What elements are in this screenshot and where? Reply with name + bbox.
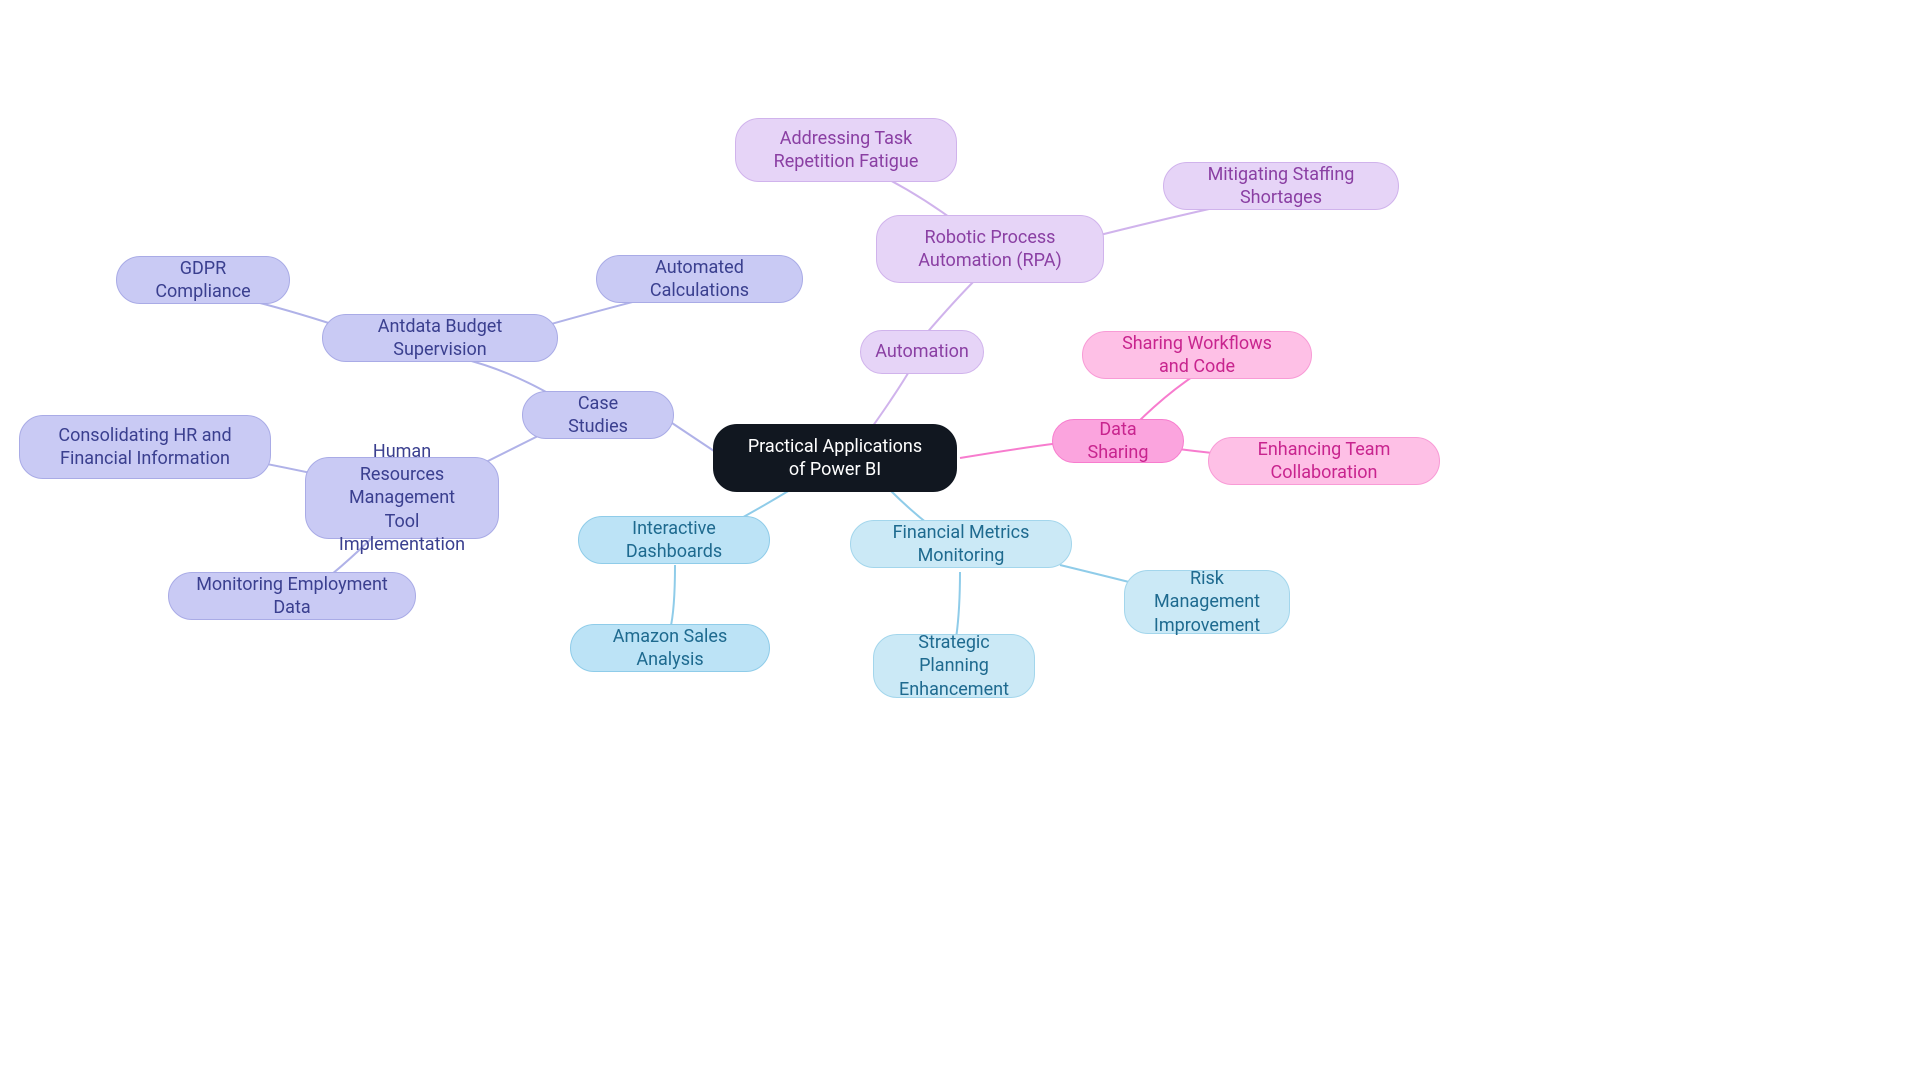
node-rpa[interactable]: Robotic Process Automation (RPA) (876, 215, 1104, 283)
node-staffing[interactable]: Mitigating Staffing Shortages (1163, 162, 1399, 210)
node-gdpr[interactable]: GDPR Compliance (116, 256, 290, 304)
antdata-label: Antdata Budget Supervision (347, 315, 533, 362)
node-strategic[interactable]: Strategic Planning Enhancement (873, 634, 1035, 698)
root-label: Practical Applications of Power BI (738, 435, 932, 482)
amazon-label: Amazon Sales Analysis (595, 625, 745, 672)
monitoring-label: Monitoring Employment Data (193, 573, 391, 620)
financial-label: Financial Metrics Monitoring (875, 521, 1047, 568)
node-case-studies[interactable]: Case Studies (522, 391, 674, 439)
dashboards-label: Interactive Dashboards (603, 517, 745, 564)
node-auto-calc[interactable]: Automated Calculations (596, 255, 803, 303)
rpa-label: Robotic Process Automation (RPA) (901, 226, 1079, 273)
node-financial[interactable]: Financial Metrics Monitoring (850, 520, 1072, 568)
data-sharing-label: Data Sharing (1077, 418, 1159, 465)
strategic-label: Strategic Planning Enhancement (898, 631, 1010, 701)
root-node[interactable]: Practical Applications of Power BI (713, 424, 957, 492)
automation-label: Automation (875, 340, 969, 363)
node-automation[interactable]: Automation (860, 330, 984, 374)
collab-label: Enhancing Team Collaboration (1233, 438, 1415, 485)
node-workflows[interactable]: Sharing Workflows and Code (1082, 331, 1312, 379)
consolidating-label: Consolidating HR and Financial Informati… (44, 424, 246, 471)
node-collab[interactable]: Enhancing Team Collaboration (1208, 437, 1440, 485)
auto-calc-label: Automated Calculations (621, 256, 778, 303)
node-dashboards[interactable]: Interactive Dashboards (578, 516, 770, 564)
gdpr-label: GDPR Compliance (141, 257, 265, 304)
node-hr-tool[interactable]: Human Resources Management Tool Implemen… (305, 457, 499, 539)
node-antdata[interactable]: Antdata Budget Supervision (322, 314, 558, 362)
fatigue-label: Addressing Task Repetition Fatigue (760, 127, 932, 174)
staffing-label: Mitigating Staffing Shortages (1188, 163, 1374, 210)
hr-tool-label: Human Resources Management Tool Implemen… (330, 440, 474, 557)
node-risk[interactable]: Risk Management Improvement (1124, 570, 1290, 634)
node-monitoring[interactable]: Monitoring Employment Data (168, 572, 416, 620)
node-data-sharing[interactable]: Data Sharing (1052, 419, 1184, 463)
node-amazon[interactable]: Amazon Sales Analysis (570, 624, 770, 672)
node-fatigue[interactable]: Addressing Task Repetition Fatigue (735, 118, 957, 182)
workflows-label: Sharing Workflows and Code (1107, 332, 1287, 379)
risk-label: Risk Management Improvement (1149, 567, 1265, 637)
node-consolidating[interactable]: Consolidating HR and Financial Informati… (19, 415, 271, 479)
case-studies-label: Case Studies (547, 392, 649, 439)
